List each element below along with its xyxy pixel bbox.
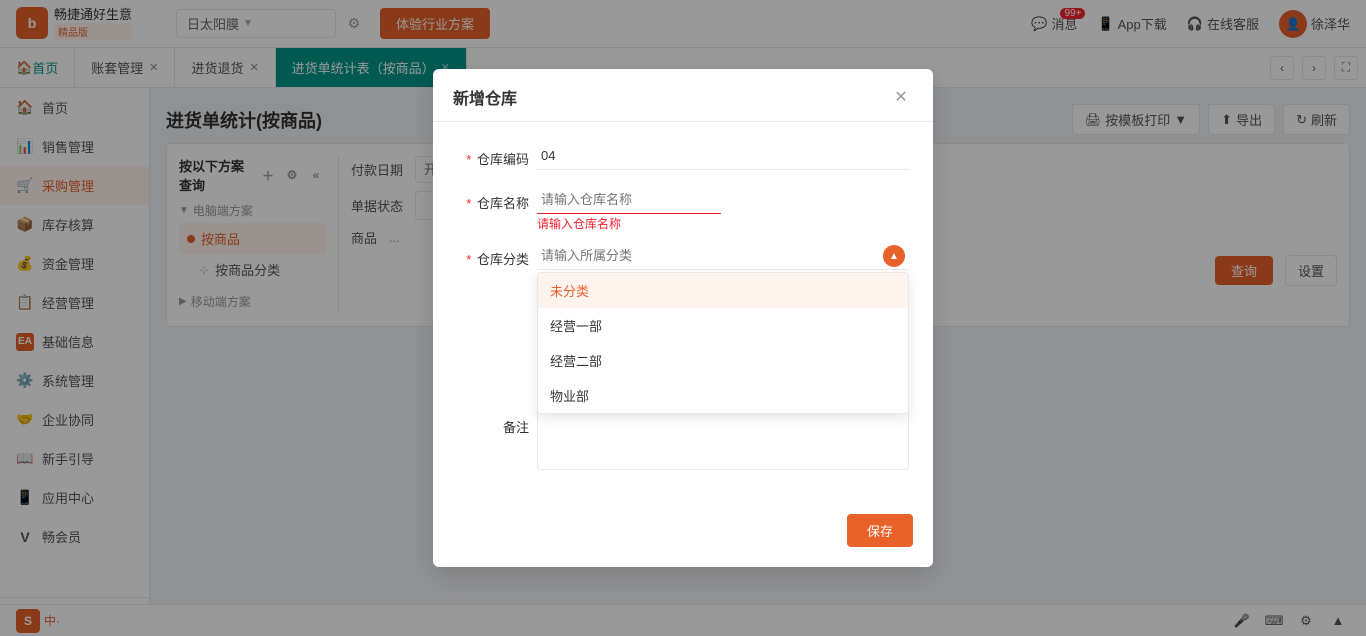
dropdown-item-3[interactable]: 物业部 [538,378,908,413]
name-input[interactable] [537,186,721,214]
code-label: * 仓库编码 [457,142,537,168]
dialog-overlay[interactable]: 新增仓库 ✕ * 仓库编码 * 仓库名称 请输入仓库名称 [0,0,1366,636]
dialog-close-btn[interactable]: ✕ [889,85,913,109]
dropdown-item-1[interactable]: 经营一部 [538,308,908,343]
form-row-note: 备注 [457,410,909,470]
dialog-footer: 保存 [433,502,933,567]
dialog-body: * 仓库编码 * 仓库名称 请输入仓库名称 * [433,122,933,502]
form-row-category: * 仓库分类 ▲ 未分类 经营一部 经营二部 物业部 [457,242,909,270]
note-label: 备注 [457,410,537,436]
dropdown-item-0[interactable]: 未分类 [538,273,908,308]
name-error-msg: 请输入仓库名称 [537,215,621,232]
dialog-header: 新增仓库 ✕ [433,69,933,122]
category-dropdown-btn[interactable]: ▲ [883,245,905,267]
category-select-wrap: ▲ 未分类 经营一部 经营二部 物业部 [537,242,909,270]
dropdown-item-2[interactable]: 经营二部 [538,343,908,378]
category-label: * 仓库分类 [457,242,537,268]
new-warehouse-dialog: 新增仓库 ✕ * 仓库编码 * 仓库名称 请输入仓库名称 [433,69,933,567]
form-row-code: * 仓库编码 [457,142,909,170]
name-label: * 仓库名称 [457,186,537,212]
category-dropdown-list: 未分类 经营一部 经营二部 物业部 [537,272,909,414]
note-textarea[interactable] [537,410,909,470]
code-input[interactable] [537,142,909,170]
dialog-title: 新增仓库 [453,85,517,109]
save-btn[interactable]: 保存 [847,514,913,547]
form-row-name: * 仓库名称 请输入仓库名称 [457,186,909,214]
category-input[interactable] [537,242,909,270]
